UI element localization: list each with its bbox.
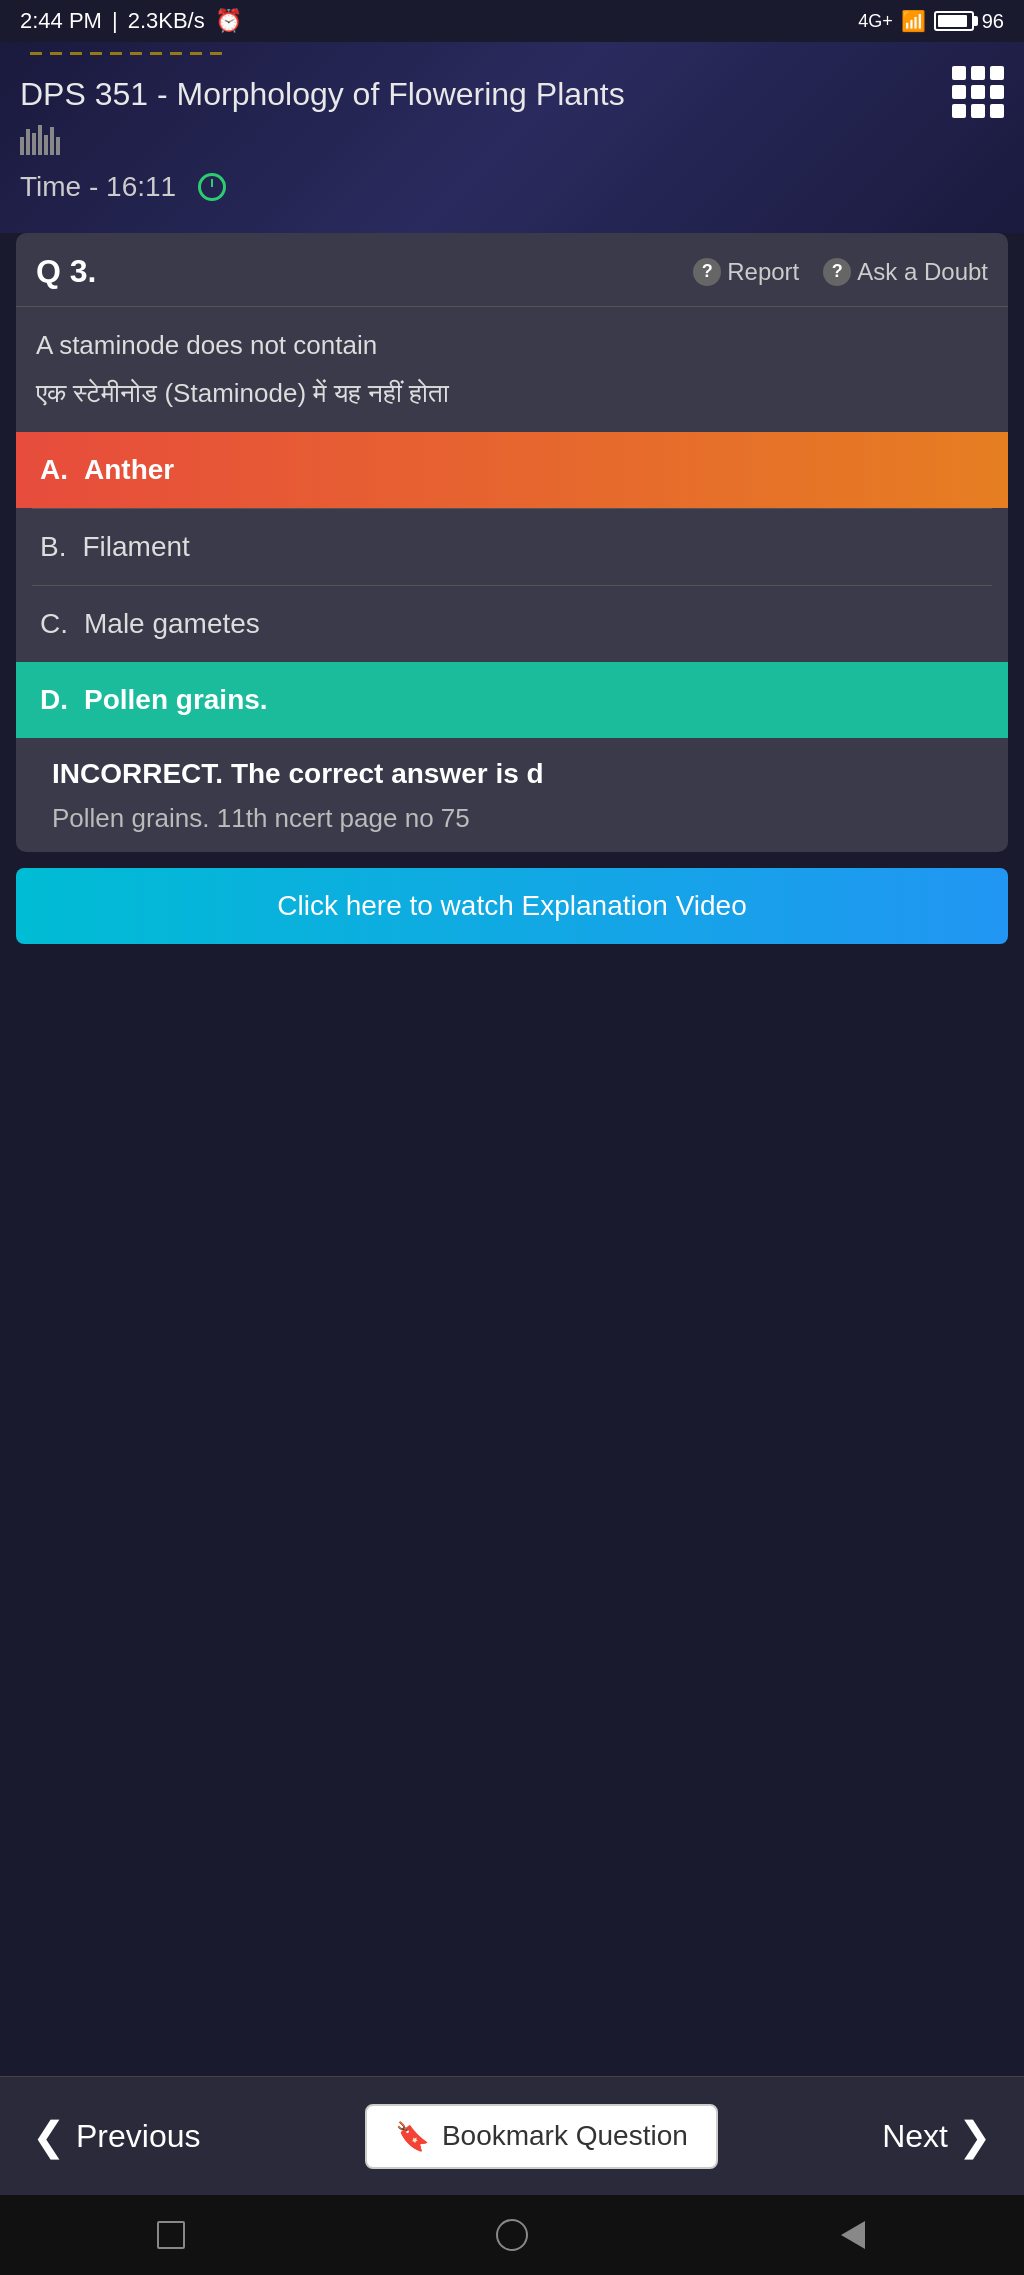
report-icon: ? xyxy=(693,258,721,286)
report-button[interactable]: ? Report xyxy=(693,258,799,286)
time-display: 2:44 PM xyxy=(20,8,102,34)
option-c-text: Male gametes xyxy=(84,608,260,640)
bar xyxy=(38,125,42,155)
doubt-icon: ? xyxy=(823,258,851,286)
course-title: DPS 351 - Morphology of Flowering Plants xyxy=(20,76,1004,113)
battery-fill xyxy=(938,15,967,27)
network-type: 4G+ xyxy=(858,11,893,32)
ask-doubt-button[interactable]: ? Ask a Doubt xyxy=(823,258,988,286)
grid-icon[interactable] xyxy=(952,66,1004,118)
option-b[interactable]: B. Filament xyxy=(16,509,1008,585)
header-banner: DPS 351 - Morphology of Flowering Plants… xyxy=(0,42,1024,233)
grid-dot xyxy=(971,85,985,99)
battery-icon xyxy=(934,11,974,31)
alarm-icon: ⏰ xyxy=(215,8,242,34)
back-button[interactable] xyxy=(833,2215,873,2255)
triangle-icon xyxy=(841,2221,865,2249)
option-d[interactable]: D. Pollen grains. xyxy=(16,662,1008,738)
timer-display: Time - 16:11 xyxy=(20,171,176,203)
grid-dot xyxy=(990,85,1004,99)
bar xyxy=(50,127,54,155)
grid-dot xyxy=(971,66,985,80)
question-text-english: A staminode does not contain xyxy=(16,307,1008,375)
question-number: Q 3. xyxy=(36,253,96,290)
bottom-navigation: ❮ Previous 🔖 Bookmark Question Next ❯ xyxy=(0,2076,1024,2195)
grid-dot xyxy=(952,66,966,80)
option-d-letter: D. xyxy=(40,684,68,716)
next-button[interactable]: Next ❯ xyxy=(850,2097,1024,2175)
previous-label: Previous xyxy=(76,2118,201,2155)
timer-icon xyxy=(198,173,226,201)
report-label: Report xyxy=(727,258,799,286)
option-c-letter: C. xyxy=(40,608,68,640)
video-button[interactable]: Click here to watch Explanation Video xyxy=(16,868,1008,944)
option-c[interactable]: C. Male gametes xyxy=(16,586,1008,662)
bookmark-icon: 🔖 xyxy=(395,2120,430,2153)
recent-apps-button[interactable] xyxy=(151,2215,191,2255)
status-left: 2:44 PM | 2.3KB/s ⏰ xyxy=(20,8,242,34)
verdict-text: INCORRECT. The correct answer is d xyxy=(52,758,972,790)
barcode-area xyxy=(20,125,1004,155)
ask-doubt-label: Ask a Doubt xyxy=(857,258,988,286)
android-nav-bar xyxy=(0,2195,1024,2275)
question-card: Q 3. ? Report ? Ask a Doubt A staminode … xyxy=(16,233,1008,852)
network-speed: | xyxy=(112,8,118,34)
status-right: 4G+ 📶 96 xyxy=(858,9,1004,33)
option-a-letter: A. xyxy=(40,454,68,486)
content-spacer xyxy=(0,960,1024,2076)
explanation-text: Pollen grains. 11th ncert page no 75 xyxy=(52,800,972,836)
circle-icon xyxy=(496,2219,528,2251)
option-b-text: Filament xyxy=(82,531,189,563)
question-header: Q 3. ? Report ? Ask a Doubt xyxy=(16,233,1008,307)
battery-percent: 96 xyxy=(982,10,1004,33)
status-bar: 2:44 PM | 2.3KB/s ⏰ 4G+ 📶 96 xyxy=(0,0,1024,42)
option-d-text: Pollen grains. xyxy=(84,684,268,716)
chevron-left-icon: ❮ xyxy=(32,2113,66,2159)
header-actions: ? Report ? Ask a Doubt xyxy=(693,258,988,286)
grid-dot xyxy=(971,104,985,118)
grid-dot xyxy=(990,104,1004,118)
data-speed: 2.3KB/s xyxy=(128,8,205,34)
barcode-bars xyxy=(20,125,60,155)
square-icon xyxy=(157,2221,185,2249)
next-label: Next xyxy=(882,2118,948,2155)
grid-dot xyxy=(952,85,966,99)
result-area: INCORRECT. The correct answer is d Polle… xyxy=(32,738,992,852)
bar xyxy=(56,137,60,155)
grid-dot xyxy=(952,104,966,118)
bar xyxy=(26,129,30,155)
signal-bars-icon: 📶 xyxy=(901,9,926,33)
bar xyxy=(32,133,36,155)
bar xyxy=(44,135,48,155)
bar xyxy=(20,137,24,155)
option-a-text: Anther xyxy=(84,454,174,486)
bookmark-button[interactable]: 🔖 Bookmark Question xyxy=(365,2104,718,2169)
previous-button[interactable]: ❮ Previous xyxy=(0,2097,233,2175)
question-text-hindi: एक स्टेमीनोड (Staminode) में यह नहीं होत… xyxy=(16,375,1008,431)
chevron-right-icon: ❯ xyxy=(958,2113,992,2159)
option-a[interactable]: A. Anther xyxy=(16,432,1008,508)
bookmark-label: Bookmark Question xyxy=(442,2120,688,2152)
grid-dot xyxy=(990,66,1004,80)
option-b-letter: B. xyxy=(40,531,66,563)
home-button[interactable] xyxy=(492,2215,532,2255)
